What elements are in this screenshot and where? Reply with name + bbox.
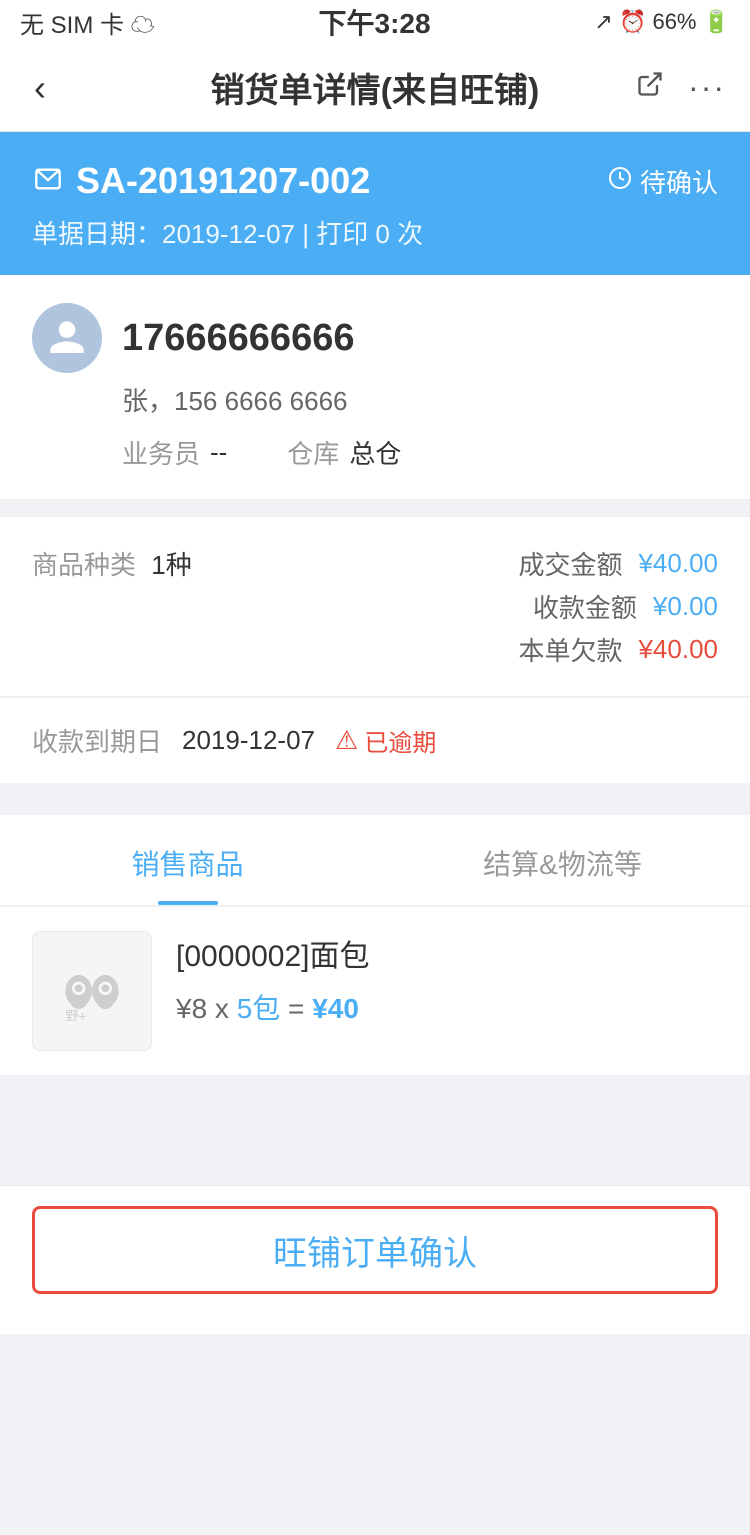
salesman-value: -- bbox=[210, 437, 227, 468]
customer-fields: 业务员 -- 仓库 总仓 bbox=[122, 434, 718, 471]
customer-section: 17666666666 张，156 6666 6666 业务员 -- 仓库 总仓 bbox=[0, 275, 750, 500]
salesman-label: 业务员 bbox=[122, 434, 200, 471]
bottom-spacer bbox=[0, 1375, 750, 1535]
status-bar: 无 SIM 卡 ☁ 下午3:28 ↗ ⏰ 66% 🔋 bbox=[0, 0, 750, 44]
due-label: 收款到期日 bbox=[32, 722, 162, 759]
product-qty: 5包 bbox=[237, 993, 281, 1024]
tab-sales-goods[interactable]: 销售商品 bbox=[0, 815, 375, 905]
order-id: SA-20191207-002 bbox=[32, 160, 370, 202]
sim-text: 无 SIM 卡 ☁ bbox=[20, 5, 155, 40]
battery-text: ↗ ⏰ 66% 🔋 bbox=[594, 9, 730, 35]
order-status: 待确认 bbox=[608, 163, 718, 200]
due-date-section: 收款到期日 2019-12-07 ⚠ 已逾期 bbox=[0, 697, 750, 783]
customer-phone: 17666666666 bbox=[122, 317, 354, 360]
order-meta: 单据日期：2019-12-07 | 打印 0 次 bbox=[32, 214, 718, 251]
back-button[interactable]: ‹ bbox=[24, 67, 56, 109]
product-section: 野+ [0000002]面包 ¥8 x 5包 = ¥40 bbox=[0, 907, 750, 1075]
due-date-value: 2019-12-07 bbox=[182, 725, 315, 756]
bottom-action-area: 旺铺订单确认 bbox=[0, 1185, 750, 1334]
warehouse-label: 仓库 bbox=[287, 434, 339, 471]
svg-text:野+: 野+ bbox=[65, 1008, 86, 1021]
overdue-text: 已逾期 bbox=[364, 723, 436, 758]
divider bbox=[0, 783, 750, 799]
product-total: ¥40 bbox=[312, 993, 359, 1024]
order-header: SA-20191207-002 待确认 单据日期：2019-12-07 | 打印… bbox=[0, 132, 750, 275]
order-icon bbox=[32, 160, 64, 202]
status-time: 下午3:28 bbox=[319, 2, 431, 42]
page-title: 销货单详情(来自旺铺) bbox=[211, 63, 540, 112]
avatar bbox=[32, 303, 102, 373]
nav-actions: ··· bbox=[636, 69, 726, 106]
equals-sign: = bbox=[280, 993, 312, 1024]
clock-icon bbox=[608, 166, 632, 197]
deal-amount-row: 成交金额 ¥40.00 bbox=[518, 545, 718, 582]
tab-settlement[interactable]: 结算&物流等 bbox=[375, 815, 750, 905]
product-info: [0000002]面包 ¥8 x 5包 = ¥40 bbox=[176, 931, 718, 1027]
product-type-label: 商品种类 bbox=[32, 550, 136, 580]
product-type-value: 1种 bbox=[151, 550, 191, 580]
owed-amount-row: 本单欠款 ¥40.00 bbox=[518, 631, 718, 668]
nav-bar: ‹ 销货单详情(来自旺铺) ··· bbox=[0, 44, 750, 132]
amounts-section: 成交金额 ¥40.00 收款金额 ¥0.00 本单欠款 ¥40.00 bbox=[518, 545, 718, 668]
overdue-icon: ⚠ bbox=[335, 725, 358, 756]
product-price-row: ¥8 x 5包 = ¥40 bbox=[176, 987, 718, 1027]
stats-section: 商品种类 1种 成交金额 ¥40.00 收款金额 ¥0.00 本单欠款 ¥40.… bbox=[0, 516, 750, 697]
product-price: ¥8 x bbox=[176, 993, 237, 1024]
product-name: [0000002]面包 bbox=[176, 931, 718, 975]
tabs-row: 销售商品 结算&物流等 bbox=[0, 815, 750, 905]
received-amount-row: 收款金额 ¥0.00 bbox=[533, 588, 718, 625]
confirm-order-button[interactable]: 旺铺订单确认 bbox=[32, 1206, 718, 1294]
overdue-badge: ⚠ 已逾期 bbox=[335, 723, 436, 758]
tabs-section: 销售商品 结算&物流等 bbox=[0, 815, 750, 907]
status-left: 无 SIM 卡 ☁ bbox=[20, 5, 155, 40]
status-right: ↗ ⏰ 66% 🔋 bbox=[594, 9, 730, 35]
more-icon[interactable]: ··· bbox=[688, 69, 726, 106]
product-thumbnail: 野+ bbox=[32, 931, 152, 1051]
warehouse-value: 总仓 bbox=[349, 434, 401, 471]
share-icon[interactable] bbox=[636, 70, 664, 105]
customer-name: 张，156 6666 6666 bbox=[122, 381, 718, 418]
